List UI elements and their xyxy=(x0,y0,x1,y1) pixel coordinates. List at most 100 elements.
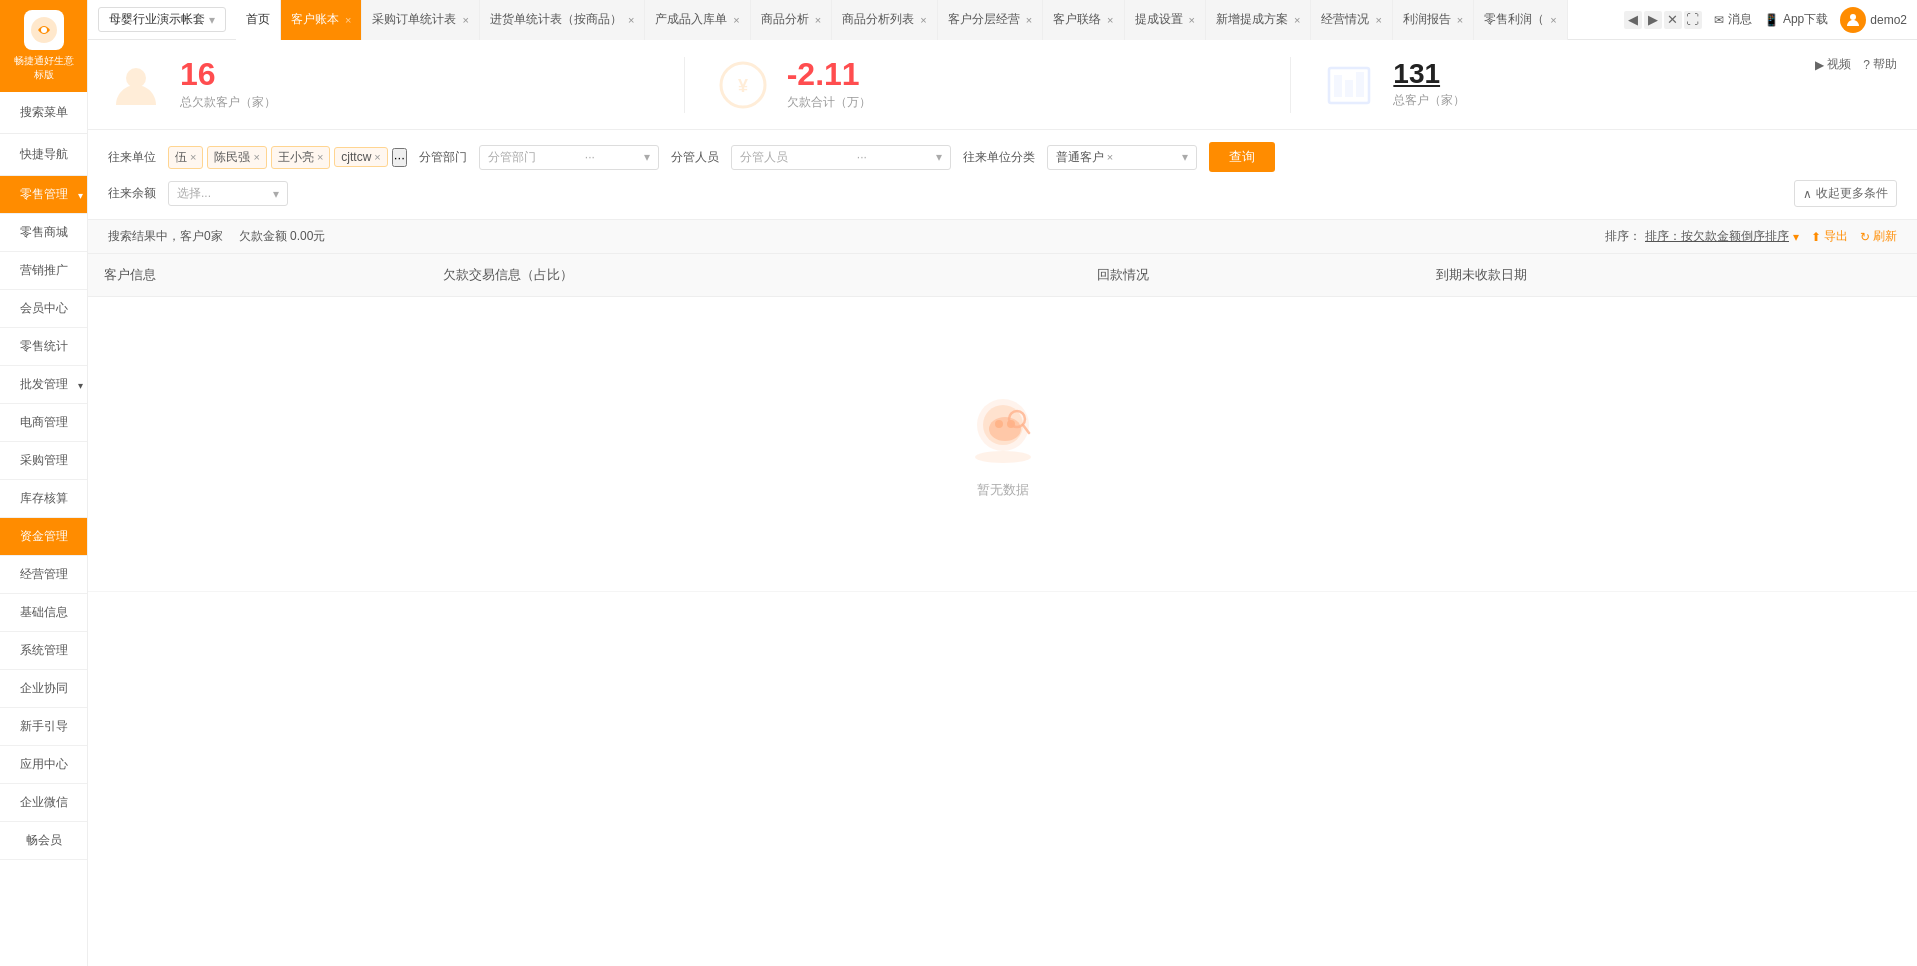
tab-purchase-order[interactable]: 采购订单统计表 × xyxy=(362,0,479,40)
table-header-row: 客户信息 欠款交易信息（占比） 回款情况 到期未收款日期 xyxy=(88,254,1917,297)
tab-close-customer-contact[interactable]: × xyxy=(1107,14,1113,26)
unit-category-select[interactable]: 普通客户 × ▾ xyxy=(1047,145,1197,170)
sidebar-item-system-mgmt[interactable]: 系统管理 xyxy=(0,632,87,670)
sidebar-item-wholesale-mgmt[interactable]: 批发管理 xyxy=(0,366,87,404)
tab-goods-analysis-list[interactable]: 商品分析列表 × xyxy=(832,0,937,40)
refresh-btn[interactable]: ↻ 刷新 xyxy=(1860,228,1897,245)
app-download-btn[interactable]: 📱 App下载 xyxy=(1764,11,1828,28)
tab-prev-arrow[interactable]: ◀ xyxy=(1624,11,1642,29)
sidebar-item-enterprise-wechat[interactable]: 企业微信 xyxy=(0,784,87,822)
tab-close-all[interactable]: ✕ xyxy=(1664,11,1682,29)
stat-info-customers: 16 总欠款客户（家） xyxy=(180,58,276,111)
sidebar-item-enterprise-collab[interactable]: 企业协同 xyxy=(0,670,87,708)
sidebar-item-inventory-check[interactable]: 库存核算 xyxy=(0,480,87,518)
tag-label-wang: 王小亮 xyxy=(278,149,314,166)
dept-select[interactable]: 分管部门 ··· ▾ xyxy=(479,145,659,170)
tab-retail-profit[interactable]: 零售利润（ × xyxy=(1474,0,1567,40)
logo[interactable]: 畅捷通好生意 标版 xyxy=(0,0,87,92)
sidebar-quick-nav: 快捷导航 xyxy=(0,134,87,176)
stats-bar: 16 总欠款客户（家） ¥ -2.11 欠款合计（万） xyxy=(88,40,1917,130)
unit-tag-cjttcw: cjttcw × xyxy=(334,147,387,167)
tag-close-wu[interactable]: × xyxy=(190,151,196,163)
collapse-filter-btn[interactable]: ∧ 收起更多条件 xyxy=(1794,180,1897,207)
tab-production-inbound[interactable]: 产成品入库单 × xyxy=(645,0,750,40)
search-result-text: 搜索结果中，客户0家 xyxy=(108,228,223,245)
message-btn[interactable]: ✉ 消息 xyxy=(1714,11,1752,28)
filter-row-1: 往来单位 伍 × 陈民强 × 王小亮 × cjttcw xyxy=(108,142,1897,172)
sidebar-item-basic-info[interactable]: 基础信息 xyxy=(0,594,87,632)
tag-close-wang[interactable]: × xyxy=(317,151,323,163)
tab-close-inbound-stats[interactable]: × xyxy=(628,14,634,26)
col-header-debt-transaction: 欠款交易信息（占比） xyxy=(427,254,1081,297)
logo-subtext: 标版 xyxy=(6,68,81,82)
unit-tags: 伍 × 陈民强 × 王小亮 × cjttcw × ··· xyxy=(168,146,407,169)
refresh-icon: ↻ xyxy=(1860,230,1870,244)
svg-point-10 xyxy=(975,451,1031,463)
query-button[interactable]: 查询 xyxy=(1209,142,1275,172)
unit-tag-more[interactable]: ··· xyxy=(392,148,407,167)
unit-category-close[interactable]: × xyxy=(1107,151,1113,163)
tab-expand[interactable]: ⛶ xyxy=(1684,11,1702,29)
tab-inbound-stats[interactable]: 进货单统计表（按商品） × xyxy=(480,0,645,40)
help-btn[interactable]: ? 帮助 xyxy=(1863,56,1897,73)
tab-close-customer-account[interactable]: × xyxy=(345,14,351,26)
empty-state-text: 暂无数据 xyxy=(977,481,1029,499)
tab-customer-account[interactable]: 客户账本 × xyxy=(281,0,362,40)
tab-new-prompt-plan[interactable]: 新增提成方案 × xyxy=(1206,0,1311,40)
quick-nav-btn[interactable]: 快捷导航 xyxy=(6,140,81,169)
stat-number-customers: 16 xyxy=(180,58,276,90)
sidebar: 畅捷通好生意 标版 搜索菜单 快捷导航 零售管理 零售商城 营销推广 会员中心 … xyxy=(0,0,88,966)
tab-customer-contact[interactable]: 客户联络 × xyxy=(1043,0,1124,40)
sort-button[interactable]: 排序： 排序：按欠款金额倒序排序 ▾ xyxy=(1605,228,1799,245)
sidebar-item-retail-stats[interactable]: 零售统计 xyxy=(0,328,87,366)
person-select[interactable]: 分管人员 ··· ▾ xyxy=(731,145,951,170)
svg-point-14 xyxy=(995,420,1003,428)
tab-close-prompt-settings[interactable]: × xyxy=(1189,14,1195,26)
tab-close-goods-analysis[interactable]: × xyxy=(815,14,821,26)
tab-close-retail-profit[interactable]: × xyxy=(1550,14,1556,26)
tag-close-cjttcw[interactable]: × xyxy=(374,151,380,163)
svg-point-13 xyxy=(989,417,1021,441)
tab-next-arrow[interactable]: ▶ xyxy=(1644,11,1662,29)
tab-close-new-prompt-plan[interactable]: × xyxy=(1294,14,1300,26)
tab-close-operation-status[interactable]: × xyxy=(1375,14,1381,26)
sidebar-item-new-guide[interactable]: 新手引导 xyxy=(0,708,87,746)
tab-close-customer-tier[interactable]: × xyxy=(1026,14,1032,26)
sidebar-item-marketing[interactable]: 营销推广 xyxy=(0,252,87,290)
logo-icon xyxy=(24,10,64,50)
sidebar-item-member-center[interactable]: 会员中心 xyxy=(0,290,87,328)
filter-row-2: 往来余额 选择... ▾ ∧ 收起更多条件 xyxy=(108,180,1897,207)
tab-close-purchase-order[interactable]: × xyxy=(462,14,468,26)
user-profile[interactable]: demo2 xyxy=(1840,7,1907,33)
export-btn[interactable]: ⬆ 导出 xyxy=(1811,228,1848,245)
tag-label-cjttcw: cjttcw xyxy=(341,150,371,164)
stat-label-amount: 欠款合计（万） xyxy=(787,94,871,111)
tab-prompt-settings[interactable]: 提成设置 × xyxy=(1125,0,1206,40)
sidebar-item-ecommerce-mgmt[interactable]: 电商管理 xyxy=(0,404,87,442)
video-btn[interactable]: ▶ 视频 xyxy=(1815,56,1851,73)
tab-profit-report[interactable]: 利润报告 × xyxy=(1393,0,1474,40)
tab-close-profit-report[interactable]: × xyxy=(1457,14,1463,26)
tag-label-chen: 陈民强 xyxy=(214,149,250,166)
dept-filter-label: 分管部门 xyxy=(419,149,467,166)
sidebar-item-purchase-mgmt[interactable]: 采购管理 xyxy=(0,442,87,480)
data-table-container: 客户信息 欠款交易信息（占比） 回款情况 到期未收款日期 xyxy=(88,254,1917,966)
tab-goods-analysis[interactable]: 商品分析 × xyxy=(751,0,832,40)
balance-select[interactable]: 选择... ▾ xyxy=(168,181,288,206)
sidebar-item-retail-mgmt[interactable]: 零售管理 xyxy=(0,176,87,214)
sidebar-item-operation-mgmt[interactable]: 经营管理 xyxy=(0,556,87,594)
tab-close-production-inbound[interactable]: × xyxy=(733,14,739,26)
tab-customer-tier[interactable]: 客户分层经营 × xyxy=(938,0,1043,40)
sidebar-item-retail-mall[interactable]: 零售商城 xyxy=(0,214,87,252)
tab-operation-status[interactable]: 经营情况 × xyxy=(1311,0,1392,40)
sidebar-item-vip-member[interactable]: 畅会员 xyxy=(0,822,87,860)
unit-tag-wu: 伍 × xyxy=(168,146,203,169)
sidebar-item-app-center[interactable]: 应用中心 xyxy=(0,746,87,784)
sidebar-item-capital-mgmt[interactable]: 资金管理 xyxy=(0,518,87,556)
search-menu-btn[interactable]: 搜索菜单 xyxy=(6,98,81,127)
empty-state-row: 暂无数据 xyxy=(88,297,1917,592)
tag-close-chen[interactable]: × xyxy=(253,151,259,163)
tab-home[interactable]: 首页 xyxy=(236,0,281,40)
branch-selector[interactable]: 母婴行业演示帐套 ▾ xyxy=(98,7,226,32)
tab-close-goods-analysis-list[interactable]: × xyxy=(920,14,926,26)
